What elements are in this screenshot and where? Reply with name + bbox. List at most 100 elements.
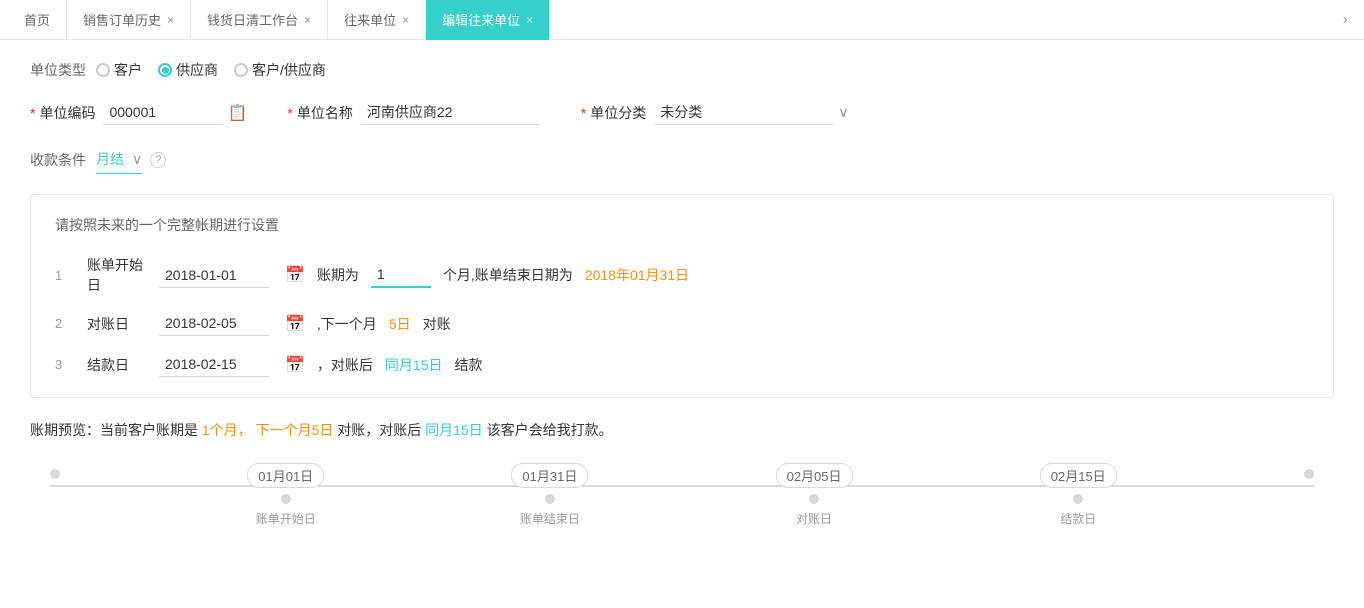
timeline-left-end bbox=[50, 463, 60, 479]
preview-label: 账期预览：当前客户账期是 bbox=[30, 422, 198, 438]
preview-part4: 同月15日 bbox=[425, 422, 483, 438]
payment-suffix1: ，对账后 bbox=[317, 355, 373, 375]
reconcile-suffix2: 对账 bbox=[423, 314, 451, 334]
tab-edit-close-icon[interactable]: × bbox=[526, 13, 533, 27]
timeline-dot-4 bbox=[1073, 494, 1083, 504]
timeline-dot-3 bbox=[809, 494, 819, 504]
preview-part5: 该客户会给我打款。 bbox=[487, 422, 613, 438]
timeline-dot-2 bbox=[545, 494, 555, 504]
unit-name-group: * 单位名称 bbox=[287, 100, 540, 125]
payment-condition-label: 收款条件 bbox=[30, 150, 86, 170]
period-suffix: 个月,账单结束日期为 bbox=[443, 265, 573, 285]
main-content: 单位类型 客户 供应商 客户/供应商 * 单位编码 📋 bbox=[0, 40, 1364, 608]
radio-supplier-circle bbox=[158, 63, 172, 77]
row-num-3: 3 bbox=[55, 357, 75, 372]
unit-code-icon[interactable]: 📋 bbox=[227, 103, 247, 123]
setting-rows: 1 账单开始日 📅 账期为 个月,账单结束日期为 2018年01月31日 2 对… bbox=[55, 255, 1309, 377]
payment-condition-dropdown-icon[interactable]: ∨ bbox=[132, 151, 142, 168]
radio-supplier-label: 供应商 bbox=[176, 60, 218, 80]
tab-cash-label: 钱货日清工作台 bbox=[207, 10, 298, 29]
unit-type-label: 单位类型 bbox=[30, 60, 86, 80]
payment-highlight: 同月15日 bbox=[385, 355, 443, 375]
tabs-bar: 首页 销售订单历史 × 钱货日清工作台 × 往来单位 × 编辑往来单位 × › bbox=[0, 0, 1364, 40]
unit-type-radio-group: 客户 供应商 客户/供应商 bbox=[96, 60, 326, 80]
tab-sales-order-history[interactable]: 销售订单历史 × bbox=[67, 0, 191, 40]
tab-cash-ledger[interactable]: 钱货日清工作台 × bbox=[191, 0, 328, 40]
timeline-right-dot bbox=[1304, 469, 1314, 479]
reconcile-date-calendar-icon[interactable]: 📅 bbox=[285, 314, 305, 334]
unit-category-dropdown-icon[interactable]: ∨ bbox=[838, 104, 848, 121]
setting-row-2: 2 对账日 📅 ,下一个月 5日 对账 bbox=[55, 311, 1309, 336]
tab-overflow-arrow[interactable]: › bbox=[1335, 11, 1356, 29]
preview-part1: 1个月， bbox=[202, 422, 252, 438]
setting-row-3: 3 结款日 📅 ，对账后 同月15日 结款 bbox=[55, 352, 1309, 377]
radio-both-label: 客户/供应商 bbox=[252, 60, 326, 80]
row-num-2: 2 bbox=[55, 316, 75, 331]
reconcile-date-input[interactable] bbox=[159, 311, 269, 336]
radio-customer-circle bbox=[96, 63, 110, 77]
tab-home-label: 首页 bbox=[24, 10, 50, 29]
unit-code-input[interactable] bbox=[103, 100, 223, 125]
radio-customer-label: 客户 bbox=[114, 60, 142, 80]
radio-customer[interactable]: 客户 bbox=[96, 60, 142, 80]
tab-partner-close-icon[interactable]: × bbox=[402, 13, 409, 27]
payment-condition-select[interactable]: 月结 ∨ bbox=[96, 145, 142, 174]
unit-category-label: 单位分类 bbox=[590, 103, 646, 123]
reconcile-highlight: 5日 bbox=[389, 314, 411, 334]
period-label: 账期为 bbox=[317, 265, 359, 285]
timeline-badge-1: 01月01日 bbox=[247, 463, 324, 488]
unit-name-star: * bbox=[287, 105, 292, 121]
tab-edit-label: 编辑往来单位 bbox=[442, 10, 520, 29]
row-type-label-3: 结款日 bbox=[87, 355, 147, 375]
unit-code-group: * 单位编码 📋 bbox=[30, 100, 247, 125]
reconcile-suffix1: ,下一个月 bbox=[317, 314, 377, 334]
unit-category-input[interactable] bbox=[654, 100, 834, 125]
radio-supplier[interactable]: 供应商 bbox=[158, 60, 218, 80]
payment-help-icon[interactable]: ? bbox=[150, 152, 166, 168]
unit-code-label: 单位编码 bbox=[39, 103, 95, 123]
payment-date-calendar-icon[interactable]: 📅 bbox=[285, 355, 305, 375]
period-value-input[interactable] bbox=[371, 262, 431, 288]
row-num-1: 1 bbox=[55, 268, 75, 283]
timeline-points: 01月01日 账单开始日 01月31日 账单结束日 02月05日 对账日 02月… bbox=[50, 463, 1314, 527]
unit-info-row: * 单位编码 📋 * 单位名称 * 单位分类 ∨ bbox=[30, 100, 1334, 125]
timeline-point-1: 01月01日 账单开始日 bbox=[247, 463, 324, 527]
unit-name-label: 单位名称 bbox=[297, 103, 353, 123]
unit-category-input-wrap: ∨ bbox=[654, 100, 848, 125]
timeline-left-dot bbox=[50, 469, 60, 479]
timeline-badge-3: 02月05日 bbox=[776, 463, 853, 488]
tab-cash-close-icon[interactable]: × bbox=[304, 13, 311, 27]
payment-condition-row: 收款条件 月结 ∨ ? bbox=[30, 145, 1334, 174]
unit-category-group: * 单位分类 ∨ bbox=[581, 100, 849, 125]
row-type-label-1: 账单开始日 bbox=[87, 255, 147, 295]
tab-home[interactable]: 首页 bbox=[8, 0, 67, 40]
tab-sales-close-icon[interactable]: × bbox=[167, 13, 174, 27]
inner-box-title: 请按照未来的一个完整帐期进行设置 bbox=[55, 215, 1309, 235]
period-end-date: 2018年01月31日 bbox=[585, 265, 689, 285]
start-date-calendar-icon[interactable]: 📅 bbox=[285, 265, 305, 285]
radio-both[interactable]: 客户/供应商 bbox=[234, 60, 326, 80]
timeline-point-4: 02月15日 结款日 bbox=[1040, 463, 1117, 527]
timeline-label-2: 账单结束日 bbox=[520, 510, 580, 527]
setting-row-1: 1 账单开始日 📅 账期为 个月,账单结束日期为 2018年01月31日 bbox=[55, 255, 1309, 295]
preview-text: 账期预览：当前客户账期是 1个月， 下一个月5日 对账，对账后 同月15日 该客… bbox=[30, 418, 1334, 443]
tab-edit-partner-unit[interactable]: 编辑往来单位 × bbox=[426, 0, 550, 40]
tab-partner-unit[interactable]: 往来单位 × bbox=[328, 0, 426, 40]
timeline-container: 01月01日 账单开始日 01月31日 账单结束日 02月05日 对账日 02月… bbox=[30, 463, 1334, 527]
tab-sales-label: 销售订单历史 bbox=[83, 10, 161, 29]
inner-setting-box: 请按照未来的一个完整帐期进行设置 1 账单开始日 📅 账期为 个月,账单结束日期… bbox=[30, 194, 1334, 398]
unit-code-star: * bbox=[30, 105, 35, 121]
row-type-label-2: 对账日 bbox=[87, 314, 147, 334]
timeline-right-end bbox=[1304, 463, 1314, 479]
unit-name-input[interactable] bbox=[361, 100, 541, 125]
start-date-input[interactable] bbox=[159, 263, 269, 288]
radio-both-circle bbox=[234, 63, 248, 77]
payment-condition-value: 月结 bbox=[96, 149, 128, 169]
timeline-badge-2: 01月31日 bbox=[511, 463, 588, 488]
payment-date-input[interactable] bbox=[159, 352, 269, 377]
timeline-label-3: 对账日 bbox=[796, 510, 832, 527]
timeline-point-3: 02月05日 对账日 bbox=[776, 463, 853, 527]
unit-code-input-wrap: 📋 bbox=[103, 100, 247, 125]
payment-suffix2: 结款 bbox=[455, 355, 483, 375]
unit-name-input-wrap bbox=[361, 100, 541, 125]
